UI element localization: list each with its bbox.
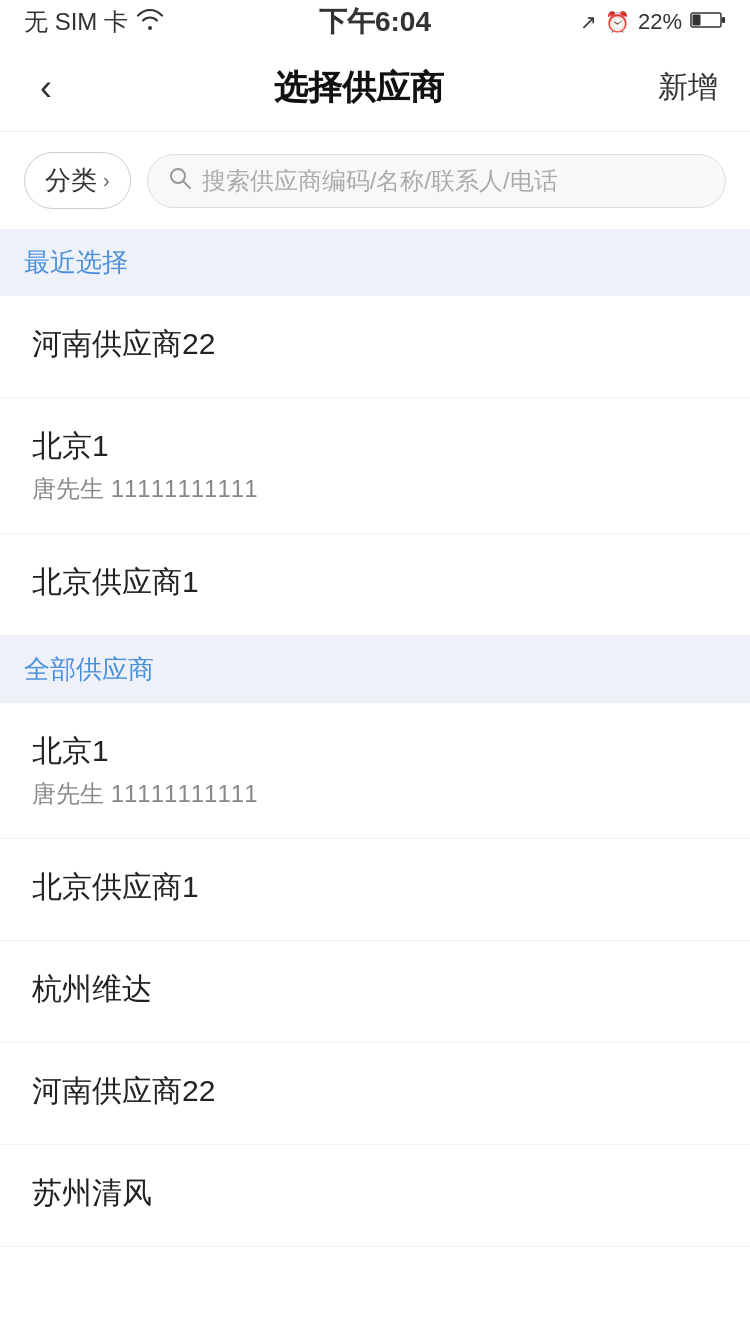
recent-list: 河南供应商22 北京1 唐先生 11111111111 北京供应商1 <box>0 296 750 636</box>
alarm-icon: ⏰ <box>605 10 630 34</box>
status-bar: 无 SIM 卡 下午6:04 ↗ ⏰ 22% <box>0 0 750 44</box>
item-detail: 唐先生 11111111111 <box>32 473 718 505</box>
sim-text: 无 SIM 卡 <box>24 6 128 38</box>
item-name: 河南供应商22 <box>32 1071 718 1112</box>
all-list-item[interactable]: 杭州维达 <box>0 941 750 1043</box>
svg-rect-1 <box>722 17 725 23</box>
item-name: 北京供应商1 <box>32 562 718 603</box>
recent-section-header: 最近选择 <box>0 229 750 296</box>
status-right: ↗ ⏰ 22% <box>580 9 726 35</box>
wifi-icon <box>136 8 164 36</box>
all-list-item[interactable]: 河南供应商22 <box>0 1043 750 1145</box>
item-name: 北京1 <box>32 426 718 467</box>
all-list-item[interactable]: 苏州清风 <box>0 1145 750 1247</box>
location-icon: ↗ <box>580 10 597 34</box>
recent-list-item[interactable]: 北京1 唐先生 11111111111 <box>0 398 750 534</box>
status-time: 下午6:04 <box>319 3 431 41</box>
all-list-item[interactable]: 北京供应商1 <box>0 839 750 941</box>
status-left: 无 SIM 卡 <box>24 6 164 38</box>
battery-icon <box>690 9 726 35</box>
all-section-header: 全部供应商 <box>0 636 750 703</box>
search-placeholder-text: 搜索供应商编码/名称/联系人/电话 <box>202 165 558 197</box>
all-suppliers-list: 北京1 唐先生 11111111111 北京供应商1 杭州维达河南供应商22 苏州清风 <box>0 703 750 1247</box>
item-name: 杭州维达 <box>32 969 718 1010</box>
item-name: 北京供应商1 <box>32 867 718 908</box>
category-button[interactable]: 分类 › <box>24 152 131 209</box>
search-box[interactable]: 搜索供应商编码/名称/联系人/电话 <box>147 154 726 208</box>
item-name: 北京1 <box>32 731 718 772</box>
chevron-right-icon: › <box>103 169 110 192</box>
filter-bar: 分类 › 搜索供应商编码/名称/联系人/电话 <box>0 132 750 229</box>
recent-list-item[interactable]: 北京供应商1 <box>0 534 750 636</box>
all-list-item[interactable]: 北京1 唐先生 11111111111 <box>0 703 750 839</box>
nav-bar: ‹ 选择供应商 新增 <box>0 44 750 132</box>
category-label: 分类 <box>45 163 97 198</box>
item-detail: 唐先生 11111111111 <box>32 778 718 810</box>
page-title: 选择供应商 <box>274 65 444 111</box>
item-name: 苏州清风 <box>32 1173 718 1214</box>
add-button[interactable]: 新增 <box>658 67 718 108</box>
item-name: 河南供应商22 <box>32 324 718 365</box>
back-button[interactable]: ‹ <box>32 59 60 117</box>
recent-list-item[interactable]: 河南供应商22 <box>0 296 750 398</box>
svg-rect-2 <box>693 15 701 26</box>
svg-line-4 <box>183 181 190 188</box>
battery-text: 22% <box>638 9 682 35</box>
search-icon <box>168 166 192 196</box>
